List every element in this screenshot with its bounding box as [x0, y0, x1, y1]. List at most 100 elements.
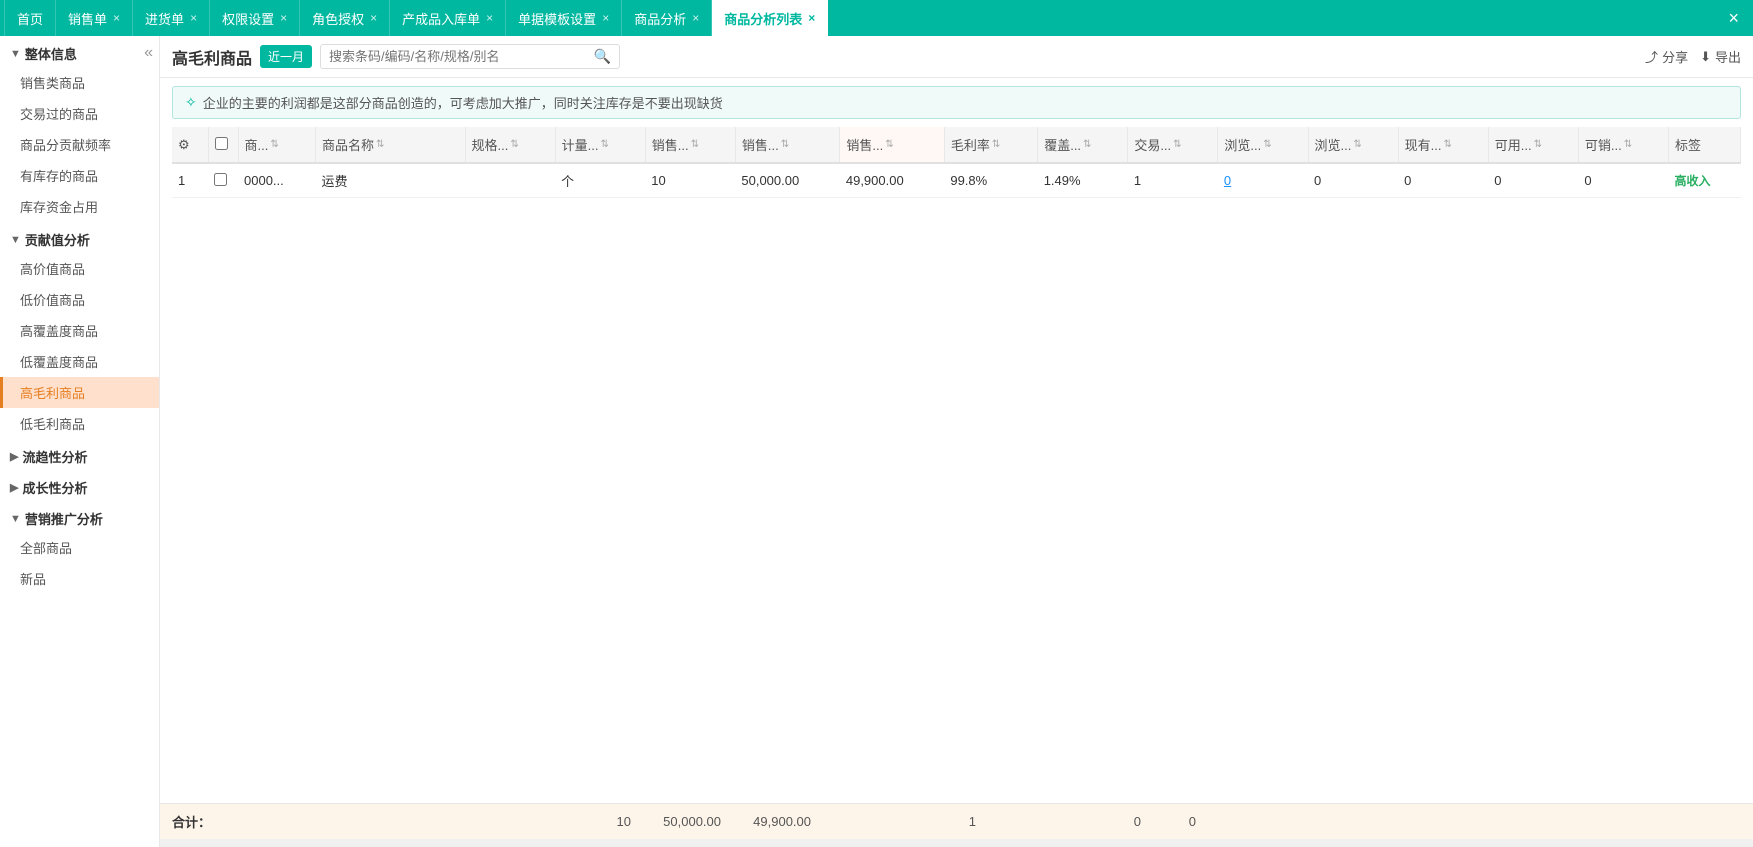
cell-spec	[465, 163, 555, 198]
sidebar-item-goods-contribution-label: 商品分贡献频率	[20, 138, 111, 153]
sidebar-item-sales-goods-label: 销售类商品	[20, 76, 85, 91]
time-filter-button[interactable]: 近一月	[260, 45, 312, 68]
main-layout: « ▼ 整体信息 销售类商品 交易过的商品 商品分贡献频率 有库存的商品 库存资…	[0, 36, 1753, 847]
col-sales-amount-label: 销售...	[742, 135, 779, 154]
col-unit[interactable]: 计量...⇅	[555, 127, 645, 163]
col-current-stock[interactable]: 现有...⇅	[1398, 127, 1488, 163]
sidebar-group-marketing[interactable]: ▼ 营销推广分析	[0, 501, 159, 532]
sidebar-item-low-margin-label: 低毛利商品	[20, 417, 85, 432]
data-table: ⚙ 商...⇅ 商品名称⇅ 规格...⇅	[172, 127, 1741, 198]
search-input[interactable]	[329, 49, 594, 64]
sidebar-item-traded-goods[interactable]: 交易过的商品	[0, 98, 159, 129]
bottom-scrollbar[interactable]	[160, 839, 1753, 847]
sidebar-group-growth[interactable]: ▶ 成长性分析	[0, 470, 159, 501]
tab-role[interactable]: 角色授权 ×	[300, 0, 390, 36]
search-box: 🔍	[320, 44, 620, 69]
sidebar-item-inventory-capital[interactable]: 库存资金占用	[0, 191, 159, 222]
sidebar-group-marketing-label: 营销推广分析	[25, 509, 103, 528]
tab-sales[interactable]: 销售单 ×	[56, 0, 133, 36]
tab-product-in-close[interactable]: ×	[486, 11, 493, 25]
cell-browse1[interactable]: 0	[1218, 163, 1308, 198]
share-icon: ⤴	[1645, 47, 1658, 66]
sidebar-item-high-coverage[interactable]: 高覆盖度商品	[0, 315, 159, 346]
col-sales-qty-sort: ⇅	[691, 139, 699, 150]
col-transaction[interactable]: 交易...⇅	[1128, 127, 1218, 163]
sidebar-item-in-stock-goods[interactable]: 有库存的商品	[0, 160, 159, 191]
row-checkbox[interactable]	[214, 173, 227, 186]
content-area: 高毛利商品 近一月 🔍 ⤴ 分享 ⬇ 导出 ✧ 企业的主要的利润都是这部分商品创…	[160, 36, 1753, 847]
col-browse1[interactable]: 浏览...⇅	[1218, 127, 1308, 163]
export-button[interactable]: ⬇ 导出	[1700, 47, 1741, 66]
col-spec[interactable]: 规格...⇅	[465, 127, 555, 163]
col-sales-cost-label: 销售...	[846, 135, 883, 154]
sidebar-item-traded-goods-label: 交易过的商品	[20, 107, 98, 122]
sidebar-item-new-goods-label: 新品	[20, 572, 46, 587]
share-button[interactable]: ⤴ 分享	[1645, 47, 1688, 66]
header-actions: ⤴ 分享 ⬇ 导出	[1645, 47, 1741, 66]
sidebar-item-inventory-capital-label: 库存资金占用	[20, 200, 98, 215]
sidebar-group-contribution-label: 贡献值分析	[25, 230, 90, 249]
cell-coverage: 1.49%	[1038, 163, 1128, 198]
tab-role-close[interactable]: ×	[370, 11, 377, 25]
sidebar-item-low-coverage[interactable]: 低覆盖度商品	[0, 346, 159, 377]
col-spec-sort: ⇅	[510, 139, 518, 150]
tab-home[interactable]: 首页	[4, 0, 56, 36]
tab-template[interactable]: 单据模板设置 ×	[506, 0, 622, 36]
col-sales-cost[interactable]: 销售...⇅	[840, 127, 944, 163]
total-sales-amount: 50,000.00	[637, 814, 727, 829]
tab-goods-analysis-list-close[interactable]: ×	[808, 11, 815, 25]
tab-goods-analysis-list[interactable]: 商品分析列表 ×	[712, 0, 828, 36]
tab-permission-close[interactable]: ×	[280, 11, 287, 25]
col-spec-label: 规格...	[472, 135, 509, 154]
tab-goods-analysis[interactable]: 商品分析 ×	[622, 0, 712, 36]
sidebar-item-goods-contribution[interactable]: 商品分贡献频率	[0, 129, 159, 160]
tab-purchase[interactable]: 进货单 ×	[133, 0, 210, 36]
sidebar-group-growth-label: 成长性分析	[22, 478, 87, 497]
col-gross-margin[interactable]: 毛利率⇅	[944, 127, 1037, 163]
sidebar-item-low-margin[interactable]: 低毛利商品	[0, 408, 159, 439]
col-coverage-label: 覆盖...	[1044, 135, 1081, 154]
cell-checkbox[interactable]	[208, 163, 238, 198]
sidebar-item-low-coverage-label: 低覆盖度商品	[20, 355, 98, 370]
tab-template-label: 单据模板设置	[518, 9, 596, 28]
sidebar-group-trend[interactable]: ▶ 流趋性分析	[0, 439, 159, 470]
col-name[interactable]: 商品名称⇅	[315, 127, 465, 163]
tab-purchase-close[interactable]: ×	[190, 11, 197, 25]
col-checkbox	[208, 127, 238, 163]
col-sellable[interactable]: 可销...⇅	[1578, 127, 1668, 163]
col-sales-cost-sort: ⇅	[885, 139, 893, 150]
col-coverage[interactable]: 覆盖...⇅	[1038, 127, 1128, 163]
sidebar-group-overall[interactable]: ▼ 整体信息	[0, 36, 159, 67]
col-available-stock[interactable]: 可用...⇅	[1488, 127, 1578, 163]
global-close-button[interactable]: ×	[1718, 8, 1749, 29]
top-nav: 首页 销售单 × 进货单 × 权限设置 × 角色授权 × 产成品入库单 × 单据…	[0, 0, 1753, 36]
select-all-checkbox[interactable]	[215, 137, 228, 150]
col-sales-amount[interactable]: 销售...⇅	[735, 127, 839, 163]
sidebar-item-sales-goods[interactable]: 销售类商品	[0, 67, 159, 98]
sidebar-collapse-button[interactable]: «	[144, 44, 153, 62]
tab-template-close[interactable]: ×	[602, 11, 609, 25]
sidebar-item-low-value[interactable]: 低价值商品	[0, 284, 159, 315]
tab-sales-close[interactable]: ×	[113, 11, 120, 25]
table-row: 1 0000... 运费 个 10 50,000.00 49,900.00 99…	[172, 163, 1741, 198]
tab-product-in[interactable]: 产成品入库单 ×	[390, 0, 506, 36]
sidebar-item-all-goods[interactable]: 全部商品	[0, 532, 159, 563]
col-sales-qty[interactable]: 销售...⇅	[645, 127, 735, 163]
tab-goods-analysis-close[interactable]: ×	[692, 11, 699, 25]
cell-available-stock: 0	[1488, 163, 1578, 198]
tab-goods-analysis-label: 商品分析	[634, 9, 686, 28]
sidebar-group-contribution[interactable]: ▼ 贡献值分析	[0, 222, 159, 253]
col-settings[interactable]: ⚙	[172, 127, 208, 163]
search-icon[interactable]: 🔍	[594, 48, 611, 65]
browse1-link[interactable]: 0	[1224, 173, 1231, 188]
tab-permission[interactable]: 权限设置 ×	[210, 0, 300, 36]
col-tag: 标签	[1668, 127, 1740, 163]
cell-sellable: 0	[1578, 163, 1668, 198]
col-name-label: 商品名称	[322, 135, 374, 154]
sidebar-item-high-margin[interactable]: 高毛利商品	[0, 377, 159, 408]
col-browse2[interactable]: 浏览...⇅	[1308, 127, 1398, 163]
sidebar-item-high-value[interactable]: 高价值商品	[0, 253, 159, 284]
col-code[interactable]: 商...⇅	[238, 127, 315, 163]
cell-current-stock: 0	[1398, 163, 1488, 198]
sidebar-item-new-goods[interactable]: 新品	[0, 563, 159, 594]
